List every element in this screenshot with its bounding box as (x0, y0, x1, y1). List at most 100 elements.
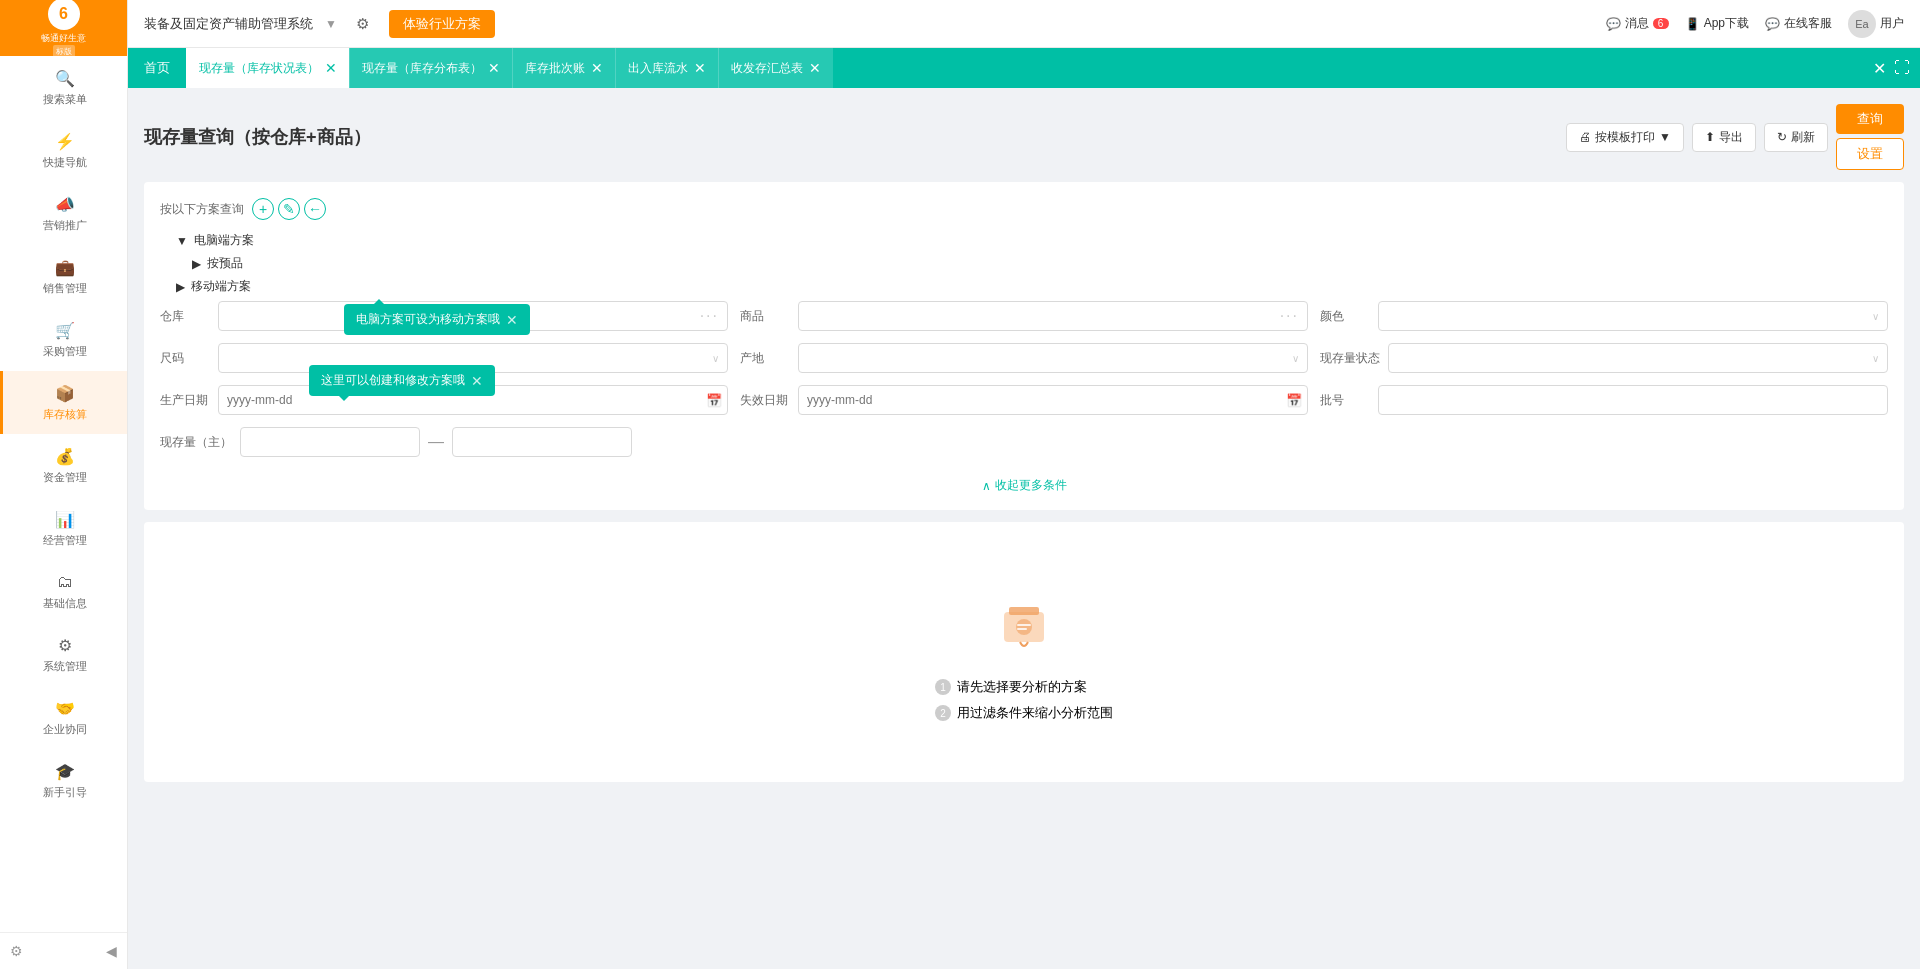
back-scheme-btn[interactable]: ← (304, 198, 326, 220)
page-title: 现存量查询（按仓库+商品） (144, 125, 371, 149)
tooltip-top-close[interactable]: ✕ (506, 312, 518, 328)
sidebar-item-marketing[interactable]: 📣 营销推广 (0, 182, 127, 245)
stock-main-label: 现存量（主） (160, 434, 232, 451)
step-2-num: 2 (935, 705, 951, 721)
tab-in-out-flow[interactable]: 出入库流水 ✕ (615, 48, 718, 88)
tab-label-stock-dist: 现存量（库存分布表） (362, 60, 482, 77)
pc-scheme-child-arrow: ▶ (192, 257, 201, 271)
message-icon: 💬 (1606, 17, 1621, 31)
settings-icon[interactable]: ⚙ (10, 943, 23, 959)
stock-main-to-input[interactable] (452, 427, 632, 457)
nav-icon-business: 📊 (55, 509, 75, 529)
pc-scheme[interactable]: ▼ 电脑端方案 (176, 232, 1888, 249)
empty-step-1: 1 请先选择要分析的方案 (935, 678, 1087, 696)
user-label: 用户 (1880, 15, 1904, 32)
tab-summary-table[interactable]: 收发存汇总表 ✕ (718, 48, 833, 88)
sidebar-item-finance[interactable]: 💰 资金管理 (0, 434, 127, 497)
size-arrow: ∨ (712, 353, 719, 364)
stock-main-from-input[interactable] (240, 427, 420, 457)
set-button[interactable]: 设置 (1836, 138, 1904, 170)
goods-dots[interactable]: ··· (1280, 307, 1299, 325)
filter-label: 按以下方案查询 (160, 201, 244, 218)
online-service-action[interactable]: 💬 在线客服 (1765, 15, 1832, 32)
color-select[interactable]: ∨ (1378, 301, 1888, 331)
sidebar-nav: 🔍 搜索菜单 ⚡ 快捷导航 📣 营销推广 💼 销售管理 🛒 采购管理 📦 库存核… (0, 56, 127, 932)
message-badge: 6 (1653, 18, 1669, 29)
exp-date-calendar-icon[interactable]: 📅 (1286, 393, 1302, 408)
stock-status-arrow: ∨ (1872, 353, 1879, 364)
svg-rect-4 (1017, 628, 1027, 630)
settings-button[interactable]: ⚙ (349, 10, 377, 38)
system-dropdown-icon[interactable]: ▼ (325, 17, 337, 31)
page-actions: 🖨 按模板打印 ▼ ⬆ 导出 ↻ 刷新 查询 设置 (1566, 104, 1904, 170)
step-2-text: 用过滤条件来缩小分析范围 (957, 704, 1113, 722)
mobile-scheme[interactable]: ▶ 移动端方案 (176, 278, 1888, 295)
refresh-button[interactable]: ↻ 刷新 (1764, 123, 1828, 152)
tab-stock-status[interactable]: 现存量（库存状况表） ✕ (186, 48, 349, 88)
edit-scheme-btn[interactable]: ✎ (278, 198, 300, 220)
sidebar-item-base-info[interactable]: 🗂 基础信息 (0, 560, 127, 623)
exp-date-field: 失效日期 📅 (740, 385, 1308, 415)
prod-date-calendar-icon[interactable]: 📅 (706, 393, 722, 408)
experience-button[interactable]: 体验行业方案 (389, 10, 495, 38)
stock-status-select[interactable]: ∨ (1388, 343, 1888, 373)
pc-scheme-child[interactable]: ▶ 按预品 (192, 255, 1888, 272)
tab-stock-dist[interactable]: 现存量（库存分布表） ✕ (349, 48, 512, 88)
logo-area: 6 畅通好生意 标版 (0, 0, 127, 56)
nav-icon-finance: 💰 (55, 446, 75, 466)
add-scheme-btn[interactable]: + (252, 198, 274, 220)
goods-select[interactable]: ··· (798, 301, 1308, 331)
app-download-action[interactable]: 📱 App下载 (1685, 15, 1749, 32)
empty-illustration (984, 582, 1064, 662)
tab-close-stock-status[interactable]: ✕ (325, 61, 337, 75)
pc-scheme-child-label: 按预品 (207, 255, 243, 272)
origin-select[interactable]: ∨ (798, 343, 1308, 373)
export-button[interactable]: ⬆ 导出 (1692, 123, 1756, 152)
expand-tabs-icon[interactable]: ⛶ (1894, 59, 1910, 77)
nav-icon-inventory: 📦 (55, 383, 75, 403)
color-arrow: ∨ (1872, 311, 1879, 322)
origin-label: 产地 (740, 350, 790, 367)
print-dropdown-icon: ▼ (1659, 130, 1671, 144)
tab-close-batch-ledger[interactable]: ✕ (591, 61, 603, 75)
print-icon: 🖨 (1579, 130, 1591, 144)
phone-icon: 📱 (1685, 17, 1700, 31)
tooltip-bottom-close[interactable]: ✕ (471, 373, 483, 389)
tab-close-stock-dist[interactable]: ✕ (488, 61, 500, 75)
message-action[interactable]: 💬 消息 6 (1606, 15, 1669, 32)
prod-date-label: 生产日期 (160, 392, 210, 409)
service-icon: 💬 (1765, 17, 1780, 31)
tab-close-summary-table[interactable]: ✕ (809, 61, 821, 75)
nav-icon-system: ⚙ (55, 635, 75, 655)
tab-home[interactable]: 首页 (128, 48, 186, 88)
warehouse-dots[interactable]: ··· (700, 307, 719, 325)
export-icon: ⬆ (1705, 130, 1715, 144)
main-area: 装备及固定资产辅助管理系统 ▼ ⚙ 体验行业方案 💬 消息 6 📱 App下载 … (128, 0, 1920, 969)
nav-label-guide: 新手引导 (43, 785, 87, 800)
goods-field: 商品 ··· (740, 301, 1308, 331)
sidebar-item-guide[interactable]: 🎓 新手引导 (0, 749, 127, 812)
print-button[interactable]: 🖨 按模板打印 ▼ (1566, 123, 1684, 152)
close-all-tabs-icon[interactable]: ✕ (1873, 59, 1886, 78)
user-action[interactable]: Ea 用户 (1848, 10, 1904, 38)
sidebar-item-sales[interactable]: 💼 销售管理 (0, 245, 127, 308)
sidebar-item-business[interactable]: 📊 经营管理 (0, 497, 127, 560)
sidebar-item-system[interactable]: ⚙ 系统管理 (0, 623, 127, 686)
sidebar-item-quick-nav[interactable]: ⚡ 快捷导航 (0, 119, 127, 182)
search-button[interactable]: 查询 (1836, 104, 1904, 134)
sidebar-item-purchase[interactable]: 🛒 采购管理 (0, 308, 127, 371)
message-label: 消息 (1625, 15, 1649, 32)
logo-icon: 6 (48, 0, 80, 30)
svg-point-2 (1016, 619, 1032, 635)
collapse-more-label: 收起更多条件 (995, 477, 1067, 494)
collapse-more-btn[interactable]: ∧ 收起更多条件 (160, 469, 1888, 494)
exp-date-input[interactable] (798, 385, 1308, 415)
sidebar-item-search[interactable]: 🔍 搜索菜单 (0, 56, 127, 119)
sidebar-item-inventory[interactable]: 📦 库存核算 (0, 371, 127, 434)
batch-input[interactable] (1378, 385, 1888, 415)
sidebar-item-enterprise[interactable]: 🤝 企业协同 (0, 686, 127, 749)
tab-close-in-out-flow[interactable]: ✕ (694, 61, 706, 75)
tab-batch-ledger[interactable]: 库存批次账 ✕ (512, 48, 615, 88)
color-field: 颜色 ∨ (1320, 301, 1888, 331)
collapse-sidebar-icon[interactable]: ◀ (106, 943, 117, 959)
